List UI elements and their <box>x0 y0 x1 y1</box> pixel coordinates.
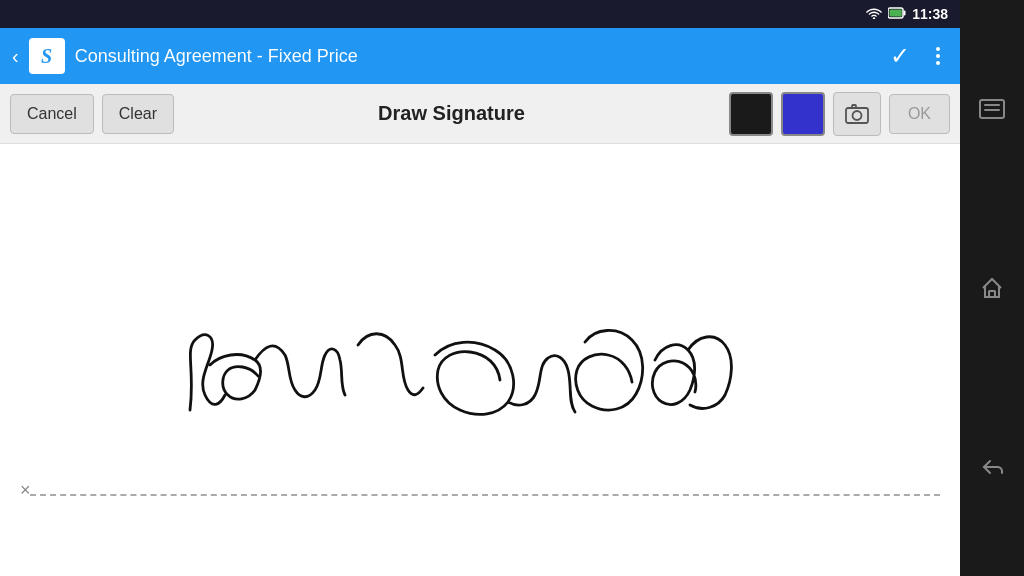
more-options-button[interactable] <box>928 39 948 73</box>
dot2 <box>936 54 940 58</box>
svg-rect-7 <box>852 105 856 108</box>
svg-point-0 <box>873 17 875 19</box>
clear-button[interactable]: Clear <box>102 94 174 134</box>
back-button[interactable]: ‹ <box>12 45 19 68</box>
svg-point-6 <box>852 111 861 120</box>
app-logo: S <box>29 38 65 74</box>
svg-rect-4 <box>900 9 902 16</box>
ok-button[interactable]: OK <box>889 94 950 134</box>
svg-rect-3 <box>890 9 902 16</box>
color-blue-swatch[interactable] <box>781 92 825 136</box>
color-black-swatch[interactable] <box>729 92 773 136</box>
confirm-button[interactable]: ✓ <box>882 34 918 78</box>
signature-toolbar: Cancel Clear Draw Signature OK <box>0 84 960 144</box>
app-bar-title: Consulting Agreement - Fixed Price <box>75 46 872 67</box>
signature-baseline <box>30 494 940 496</box>
signature-x-marker: × <box>20 480 31 501</box>
svg-rect-2 <box>904 10 906 15</box>
status-time: 11:38 <box>912 6 948 22</box>
svg-rect-11 <box>989 291 995 297</box>
signature-canvas[interactable]: × <box>0 144 960 576</box>
nav-home-button[interactable] <box>980 276 1004 300</box>
nav-back-button[interactable] <box>980 457 1004 477</box>
nav-recent-button[interactable] <box>979 99 1005 119</box>
svg-rect-9 <box>984 104 1000 106</box>
wifi-icon <box>866 7 882 22</box>
camera-button[interactable] <box>833 92 881 136</box>
dot1 <box>936 47 940 51</box>
battery-icon <box>888 7 906 22</box>
svg-rect-10 <box>984 109 1000 111</box>
signature-display <box>140 270 820 450</box>
side-nav <box>960 0 1024 576</box>
toolbar-title: Draw Signature <box>182 102 721 125</box>
cancel-button[interactable]: Cancel <box>10 94 94 134</box>
app-bar: ‹ S Consulting Agreement - Fixed Price ✓ <box>0 28 960 84</box>
status-bar: 11:38 <box>0 0 960 28</box>
dot3 <box>936 61 940 65</box>
